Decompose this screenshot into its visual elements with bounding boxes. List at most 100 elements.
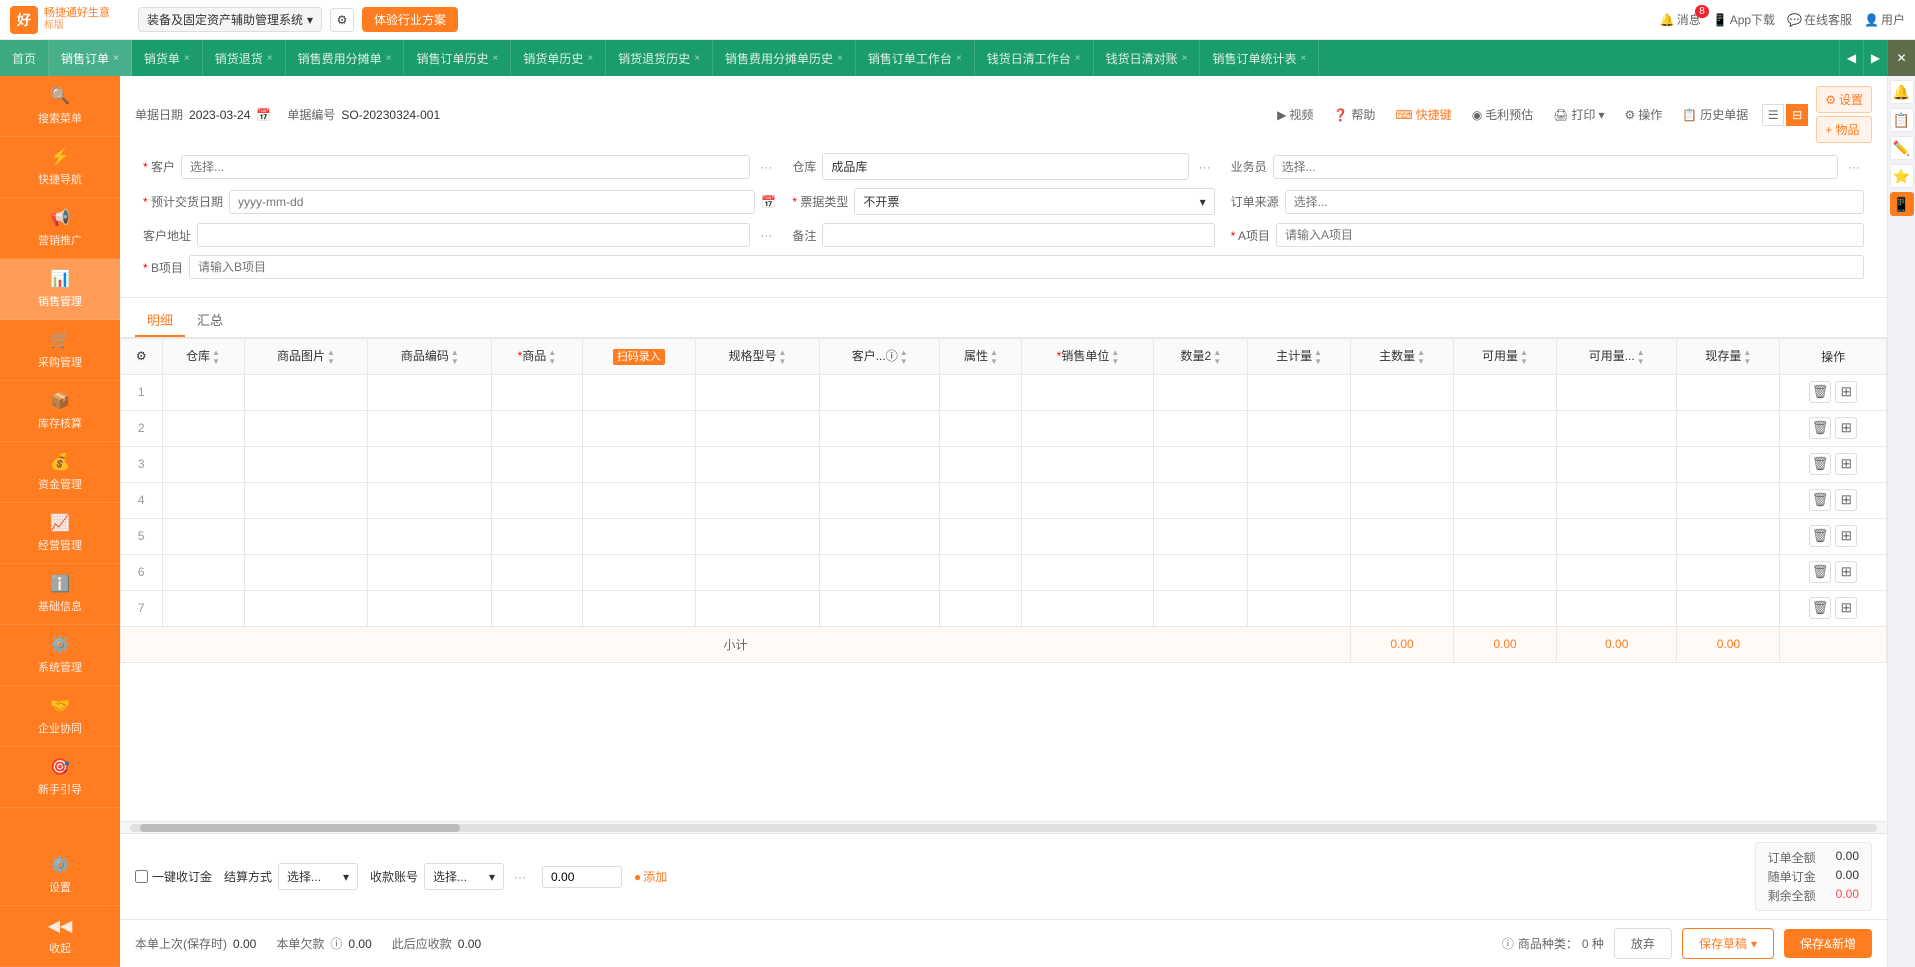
remark-input[interactable] [822,223,1214,247]
tab-sales-order-history[interactable]: 销售订单历史 × [404,40,511,76]
history-button[interactable]: 📋 历史单据 [1676,104,1754,125]
a-project-input[interactable] [1276,223,1864,247]
sidebar-item-system[interactable]: ⚙️ 系统管理 [0,625,120,686]
row-copy-button[interactable]: ⊞ [1835,453,1857,475]
col-spec[interactable]: 规格型号▲▼ [696,339,820,375]
sidebar-item-sales[interactable]: 📊 销售管理 [0,259,120,320]
row-delete-button[interactable]: 🗑 [1809,525,1831,547]
gear-button[interactable]: ⚙ [330,8,354,32]
scrollbar-thumb[interactable] [140,824,460,832]
col-image[interactable]: 商品图片▲▼ [244,339,368,375]
col-unit[interactable]: *销售单位▲▼ [1022,339,1154,375]
col-qty2[interactable]: 数量2▲▼ [1154,339,1248,375]
col-avail[interactable]: 可用量▲▼ [1454,339,1557,375]
profit-button[interactable]: ◉ 毛利预估 [1466,104,1540,125]
discard-button[interactable]: 放弃 [1614,928,1672,959]
calendar-icon[interactable]: 📅 [256,108,271,122]
sidebar-item-purchase[interactable]: 🛒 采购管理 [0,320,120,381]
staff-input[interactable] [1273,155,1838,179]
customer-more-button[interactable]: ··· [756,160,776,174]
col-main-unit[interactable]: 主计量▲▼ [1248,339,1351,375]
row-copy-button[interactable]: ⊞ [1835,561,1857,583]
system-select[interactable]: 装备及固定资产辅助管理系统 ▾ [138,7,322,32]
add-payment-button[interactable]: ● 添加 [634,868,667,885]
customer-input[interactable] [181,155,750,179]
tab-close-icon[interactable]: × [492,53,498,64]
shortcut-button[interactable]: ⌨ 快捷键 [1389,104,1457,125]
col-settings[interactable]: ⚙ [121,339,163,375]
save-new-button[interactable]: 保存&新增 [1784,929,1872,958]
save-draft-button[interactable]: 保存草稿 ▾ [1682,928,1774,959]
row-copy-button[interactable]: ⊞ [1835,597,1857,619]
one-click-checkbox[interactable]: 一键收订金 [135,868,212,885]
sidebar-item-basic[interactable]: ℹ️ 基础信息 [0,564,120,625]
order-source-input[interactable] [1285,190,1864,214]
tab-close-icon[interactable]: × [1182,53,1188,64]
tab-sales-workbench[interactable]: 销售订单工作台 × [856,40,975,76]
notification-bell[interactable]: 🔔 消息 8 [1660,11,1701,28]
tab-sales-order[interactable]: 销售订单 × [49,40,132,76]
tab-close-icon[interactable]: × [1075,53,1081,64]
sidebar-item-settings[interactable]: ⚙️ 设置 [0,845,120,906]
sidebar-item-guide[interactable]: 🎯 新手引导 [0,747,120,808]
tab-close-icon[interactable]: × [113,53,119,64]
video-help-button[interactable]: ▶ 视频 [1271,104,1319,125]
address-more-button[interactable]: ··· [756,228,776,242]
sidebar-item-marketing[interactable]: 📢 营销推广 [0,198,120,259]
row-delete-button[interactable]: 🗑 [1809,417,1831,439]
payment-method-select[interactable]: 选择... ▾ [278,863,358,890]
add-item-button[interactable]: + 物品 [1816,116,1872,143]
grid-view-button[interactable]: ⊟ [1786,104,1808,126]
tab-close-icon[interactable]: × [386,53,392,64]
tab-sales-list[interactable]: 销货单 × [132,40,203,76]
sidebar-item-inventory[interactable]: 📦 库存核算 [0,381,120,442]
warehouse-more-button[interactable]: ··· [1195,160,1215,174]
tab-sales-list-history[interactable]: 销货单历史 × [511,40,606,76]
nav-next-button[interactable]: ▶ [1863,40,1887,76]
row-copy-button[interactable]: ⊞ [1835,417,1857,439]
industry-button[interactable]: 体验行业方案 [362,7,458,32]
app-download-link[interactable]: 📱 App下载 [1713,11,1775,28]
row-delete-button[interactable]: 🗑 [1809,597,1831,619]
right-sidebar-btn-1[interactable]: 🔔 [1890,80,1914,104]
tab-cash-workbench[interactable]: 钱货日清工作台 × [975,40,1094,76]
row-copy-button[interactable]: ⊞ [1835,489,1857,511]
tab-detail[interactable]: 明细 [135,304,185,337]
tab-close-icon[interactable]: × [956,53,962,64]
right-sidebar-btn-4[interactable]: ⭐ [1890,164,1914,188]
tab-home[interactable]: 首页 [0,40,49,76]
print-button[interactable]: 🖨 打印 ▾ [1547,104,1610,125]
tab-close-icon[interactable]: × [267,53,273,64]
account-select[interactable]: 选择... ▾ [424,863,504,890]
delivery-input[interactable] [229,190,755,214]
online-service-link[interactable]: 💬 在线客服 [1787,11,1852,28]
row-copy-button[interactable]: ⊞ [1835,525,1857,547]
row-delete-button[interactable]: 🗑 [1809,381,1831,403]
col-main-qty[interactable]: 主数量▲▼ [1351,339,1454,375]
tab-cash-reconcile[interactable]: 钱货日清对账 × [1094,40,1201,76]
right-sidebar-btn-5[interactable]: 📱 [1890,192,1914,216]
one-click-checkbox-input[interactable] [135,870,148,883]
col-code[interactable]: 商品编码▲▼ [368,339,492,375]
table-container[interactable]: ⚙ 仓库▲▼ 商品图片▲▼ 商品编码▲▼ *商品▲▼ 扫码录入 规格型号▲▼ 客… [120,338,1887,821]
invoice-select[interactable]: 不开票 ▾ [854,188,1214,215]
settings-setup-button[interactable]: ⚙ 设置 [1816,86,1872,113]
operation-button[interactable]: ⚙ 操作 [1618,104,1668,125]
row-delete-button[interactable]: 🗑 [1809,489,1831,511]
col-stock[interactable]: 现存量▲▼ [1677,339,1780,375]
sidebar-item-quicknav[interactable]: ⚡ 快捷导航 [0,137,120,198]
tab-close-icon[interactable]: × [1300,53,1306,64]
sidebar-item-search[interactable]: 🔍 搜索菜单 [0,76,120,137]
col-warehouse[interactable]: 仓库▲▼ [162,339,244,375]
tab-sales-expense[interactable]: 销售费用分摊单 × [286,40,405,76]
col-scan[interactable]: 扫码录入 [582,339,696,375]
tab-summary[interactable]: 汇总 [185,304,235,337]
tab-close-icon[interactable]: × [587,53,593,64]
sidebar-collapse-button[interactable]: ◀◀ 收起 [0,906,120,967]
tab-sales-return[interactable]: 销货退货 × [203,40,286,76]
tab-sales-expense-history[interactable]: 销售费用分摊单历史 × [713,40,856,76]
tab-close-icon[interactable]: × [837,53,843,64]
nav-prev-button[interactable]: ◀ [1839,40,1863,76]
address-input[interactable] [197,223,750,247]
col-product[interactable]: *商品▲▼ [492,339,582,375]
